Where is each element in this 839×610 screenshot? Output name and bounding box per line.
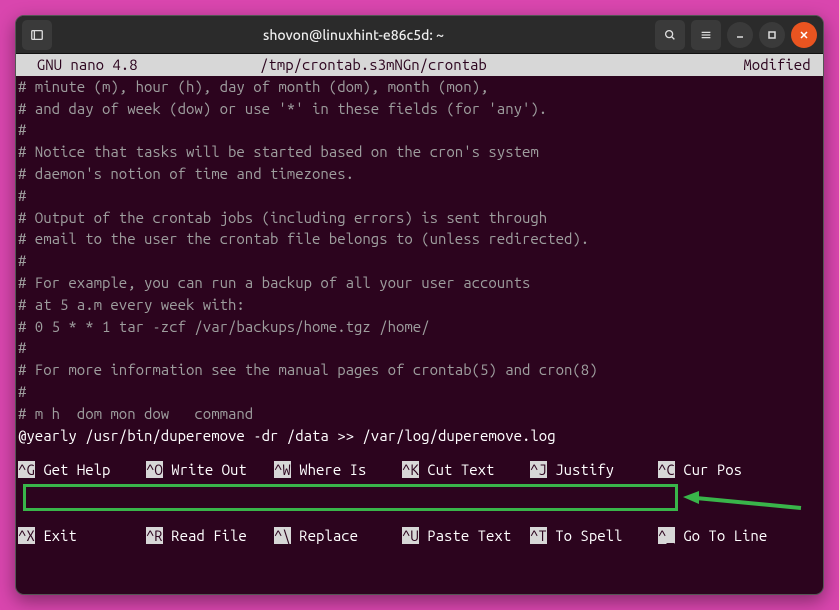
nano-shortcut: ^R Read File [146,525,274,547]
shortcut-label: To Spell [547,527,623,544]
nano-shortcut: ^J Justify [530,459,658,481]
editor-line: # [18,250,821,272]
editor-line: # 0 5 * * 1 tar -zcf /var/backups/home.t… [18,316,821,338]
nano-shortcut: ^T To Spell [530,525,658,547]
menu-button[interactable] [691,20,721,50]
close-button[interactable] [791,22,817,48]
shortcut-key: ^U [402,527,419,544]
editor-line: # For more information see the manual pa… [18,359,821,381]
nano-shortcut: ^X Exit [18,525,146,547]
nano-footer: ^G Get Help^O Write Out^W Where Is^K Cut… [16,416,823,594]
shortcut-key: ^K [402,461,419,478]
shortcut-label: Justify [547,461,614,478]
search-button[interactable] [655,20,685,50]
shortcut-key: ^\ [274,527,291,544]
nano-shortcut: ^C Cur Pos [658,459,786,481]
nano-shortcut: ^K Cut Text [402,459,530,481]
shortcut-key: ^O [146,461,163,478]
shortcut-label: Cur Pos [675,461,742,478]
maximize-button[interactable] [759,22,785,48]
shortcut-label: Write Out [163,461,247,478]
shortcut-label: Get Help [35,461,111,478]
nano-status: Modified [743,54,819,76]
nano-shortcut: ^_ Go To Line [658,525,786,547]
shortcut-label: Cut Text [419,461,495,478]
editor-line: # [18,119,821,141]
window-title: shovon@linuxhint-e86c5d: ~ [263,27,444,43]
editor-line: # [18,381,821,403]
nano-header: GNU nano 4.8 /tmp/crontab.s3mNGn/crontab… [16,54,823,76]
shortcut-label: Replace [291,527,358,544]
nano-filename: /tmp/crontab.s3mNGn/crontab [260,54,743,76]
editor-line: # Output of the crontab jobs (including … [18,207,821,229]
shortcut-key: ^_ [658,527,675,544]
shortcut-key: ^X [18,527,35,544]
nano-shortcut: ^G Get Help [18,459,146,481]
shortcut-label: Where Is [291,461,367,478]
editor-line: # email to the user the crontab file bel… [18,228,821,250]
terminal-body[interactable]: GNU nano 4.8 /tmp/crontab.s3mNGn/crontab… [16,54,823,446]
footer-row-1: ^G Get Help^O Write Out^W Where Is^K Cut… [18,459,821,481]
shortcut-key: ^W [274,461,291,478]
shortcut-label: Paste Text [419,527,511,544]
shortcut-key: ^T [530,527,547,544]
nano-shortcut: ^U Paste Text [402,525,530,547]
editor-content[interactable]: # minute (m), hour (h), day of month (do… [16,76,823,447]
nano-shortcut: ^\ Replace [274,525,402,547]
footer-row-2: ^X Exit^R Read File^\ Replace^U Paste Te… [18,525,821,547]
shortcut-key: ^R [146,527,163,544]
editor-line: # [18,185,821,207]
shortcut-label: Read File [163,527,247,544]
nano-shortcut: ^O Write Out [146,459,274,481]
shortcut-label: Exit [35,527,77,544]
terminal-window: shovon@linuxhint-e86c5d: ~ [15,15,824,595]
editor-line: # daemon's notion of time and timezones. [18,163,821,185]
minimize-button[interactable] [727,22,753,48]
shortcut-key: ^G [18,461,35,478]
nano-version: GNU nano 4.8 [20,54,260,76]
editor-line: # minute (m), hour (h), day of month (do… [18,76,821,98]
shortcut-key: ^C [658,461,675,478]
new-tab-button[interactable] [22,20,52,50]
shortcut-key: ^J [530,461,547,478]
editor-line: # For example, you can run a backup of a… [18,272,821,294]
shortcut-label: Go To Line [675,527,767,544]
nano-shortcut: ^W Where Is [274,459,402,481]
window-titlebar: shovon@linuxhint-e86c5d: ~ [16,16,823,54]
editor-line: # Notice that tasks will be started base… [18,141,821,163]
editor-line: # and day of week (dow) or use '*' in th… [18,98,821,120]
editor-line: # at 5 a.m every week with: [18,294,821,316]
editor-line: # [18,337,821,359]
